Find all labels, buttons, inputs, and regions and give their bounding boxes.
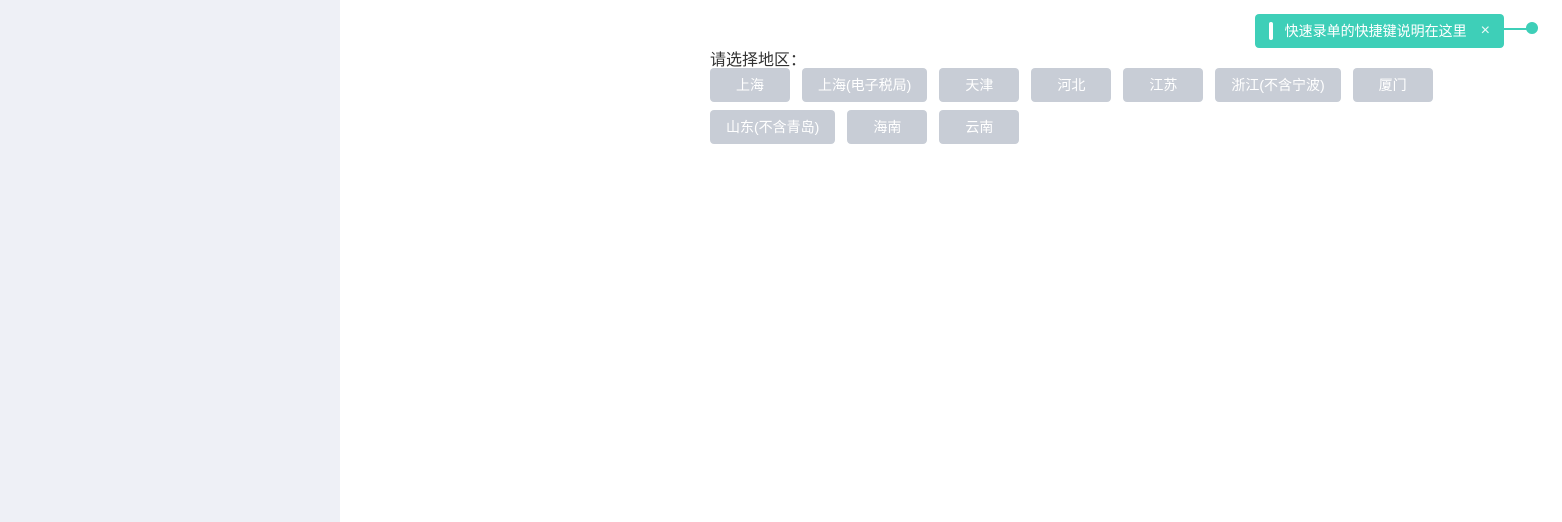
region-btn-shandong[interactable]: 山东(不含青岛)	[710, 110, 835, 144]
region-btn-hainan[interactable]: 海南	[847, 110, 927, 144]
region-btn-yunnan[interactable]: 云南	[939, 110, 1019, 144]
bar-accent-icon	[1269, 22, 1273, 40]
region-buttons-row1: 上海上海(电子税局) 天津河北江苏浙江(不含宁波) 厦门	[710, 68, 1433, 102]
page-label: 请选择地区：	[710, 46, 806, 70]
region-btn-shanghai-etax[interactable]: 上海(电子税局)	[802, 68, 927, 102]
region-btn-xiamen[interactable]: 厦门	[1353, 68, 1433, 102]
tooltip-banner: 快速录单的快捷键说明在这里 ×	[1255, 14, 1504, 48]
close-icon[interactable]: ×	[1481, 22, 1490, 40]
region-btn-jiangsu[interactable]: 江苏	[1123, 68, 1203, 102]
tooltip-text: 快速录单的快捷键说明在这里	[1285, 21, 1467, 41]
main-content: 请选择地区： 上海上海(电子税局) 天津河北江苏浙江(不含宁波) 厦门 山东(不含青…	[340, 0, 1562, 522]
dot-indicator	[1526, 22, 1538, 34]
region-btn-shanghai[interactable]: 上海	[710, 68, 790, 102]
sidebar	[0, 0, 340, 522]
region-btn-tianjin[interactable]: 天津	[939, 68, 1019, 102]
region-btn-hebei[interactable]: 河北	[1031, 68, 1111, 102]
region-btn-zhejiang[interactable]: 浙江(不含宁波)	[1215, 68, 1340, 102]
region-buttons-row2: 山东(不含青岛) 海南云南	[710, 110, 1019, 144]
